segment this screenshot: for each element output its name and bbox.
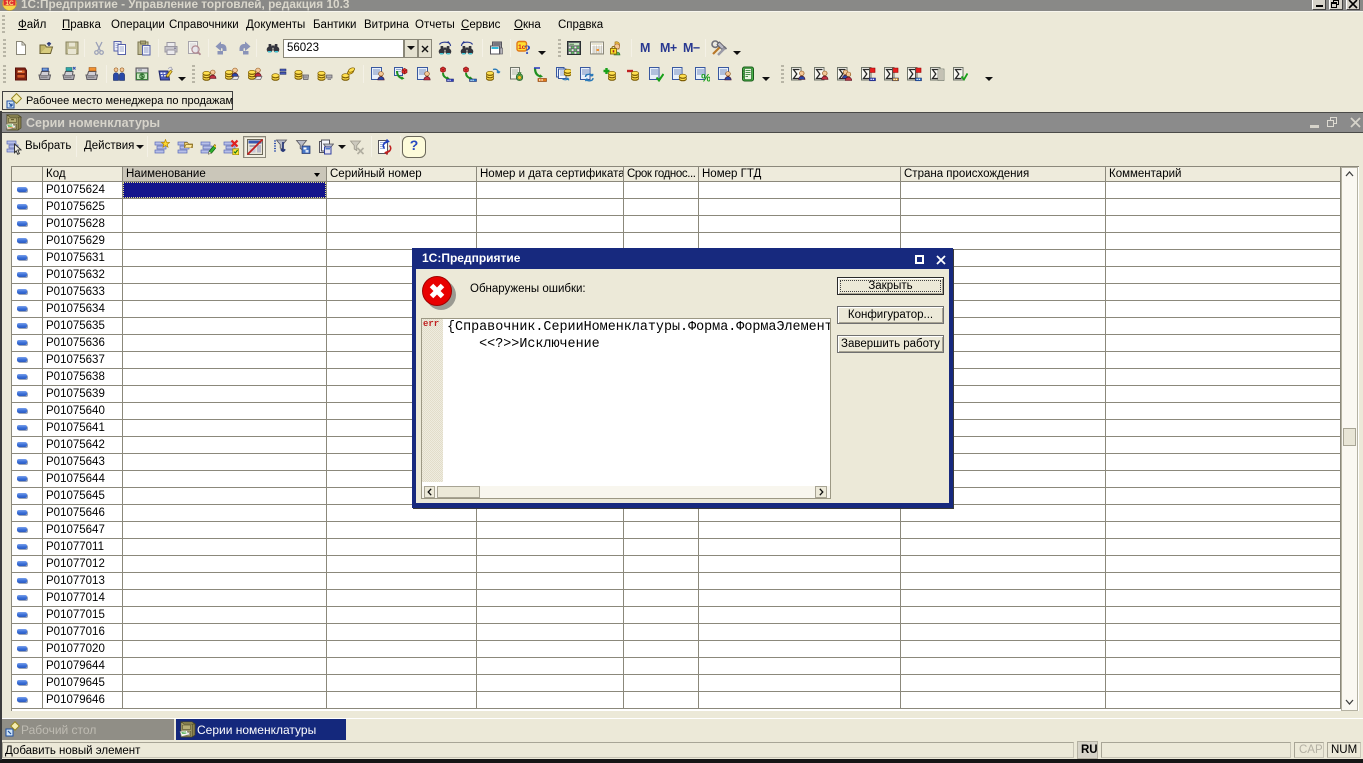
svg-text:1С: 1С — [5, 0, 14, 7]
svg-text:$: $ — [140, 73, 144, 80]
svg-text:?: ? — [524, 42, 531, 56]
svg-text:%: % — [701, 73, 710, 83]
